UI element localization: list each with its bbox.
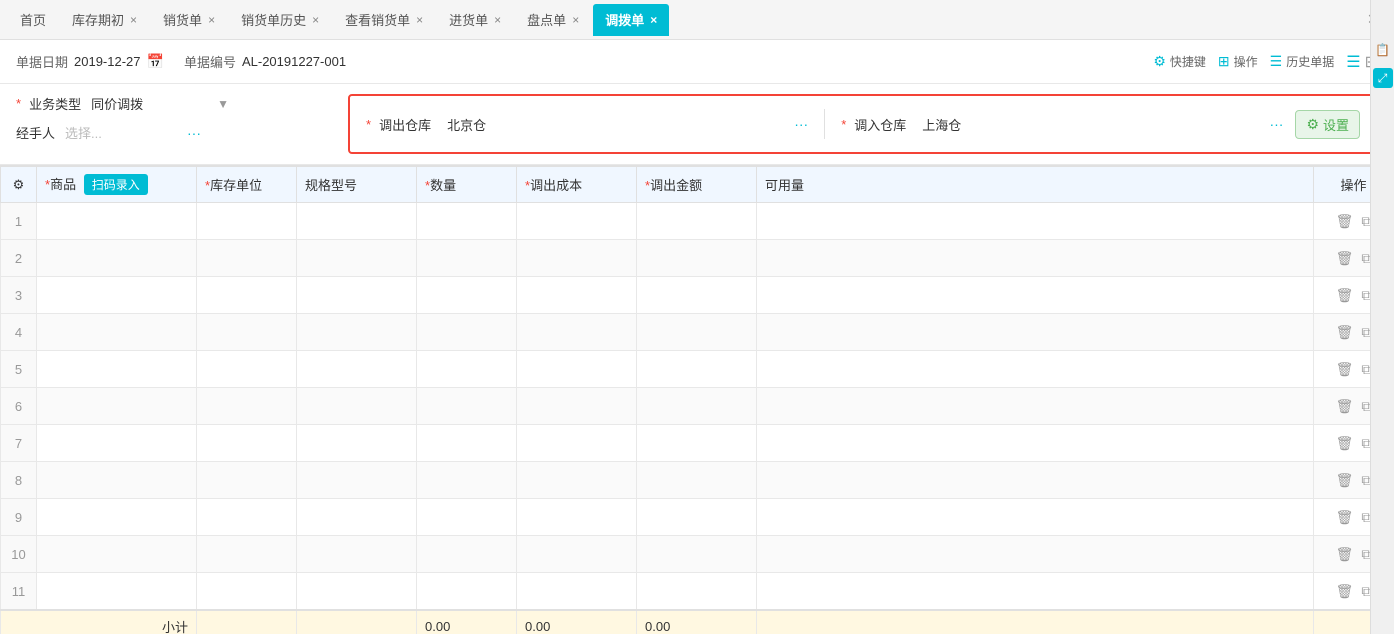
history-button[interactable]: ☰ 历史单据 — [1270, 53, 1335, 70]
handler-row: 经手人 选择... ··· — [16, 123, 336, 142]
close-purchase-order[interactable]: × — [494, 13, 501, 27]
close-inventory-init[interactable]: × — [130, 13, 137, 27]
toolbar: 单据日期 2019-12-27 📅 单据编号 AL-20191227-001 ⚙… — [0, 40, 1394, 84]
tab-purchase-order[interactable]: 进货单 × — [437, 4, 513, 36]
tab-sales-history[interactable]: 销货单历史 × — [229, 4, 331, 36]
settings-button[interactable]: ⚙ 设置 — [1295, 110, 1360, 139]
col-available-header: 可用量 — [757, 167, 1314, 203]
col-product-header: *商品 扫码录入 — [37, 167, 197, 203]
handler-more-button[interactable]: ··· — [187, 125, 201, 141]
delete-icon[interactable]: 🗑 — [1336, 324, 1354, 341]
form-left: * 业务类型 同价调拨 ▼ 经手人 选择... ··· — [16, 94, 336, 142]
out-warehouse-field: * 调出仓库 北京仓 ··· — [366, 115, 808, 134]
table-header-row: ⚙ *商品 扫码录入 *库存单位 规格型号 *数量 — [1, 167, 1394, 203]
close-view-sales[interactable]: × — [416, 13, 423, 27]
order-number-field: 单据编号 AL-20191227-001 — [184, 52, 346, 71]
in-warehouse-more-button[interactable]: ··· — [1269, 116, 1283, 132]
required-marker: * — [16, 96, 21, 111]
tab-inventory-init[interactable]: 库存期初 × — [60, 4, 149, 36]
data-table: ⚙ *商品 扫码录入 *库存单位 规格型号 *数量 — [0, 166, 1394, 634]
toolbar-right: ⚙ 快捷键 ⊞ 操作 ☰ 历史单据 ☰ ⊞ — [1153, 52, 1378, 72]
subtotal-qty: 0.00 — [417, 610, 517, 634]
col-unit-header: *库存单位 — [197, 167, 297, 203]
delete-icon[interactable]: 🗑 — [1336, 546, 1354, 563]
history-icon: ☰ — [1270, 53, 1283, 70]
close-inventory-check[interactable]: × — [572, 13, 579, 27]
sidebar-expand-icon[interactable]: ⤢ — [1373, 68, 1393, 88]
right-sidebar: 📋 ⤢ — [1370, 0, 1394, 634]
scan-button[interactable]: 扫码录入 — [84, 174, 148, 195]
table-row: 11 🗑⧉ — [1, 573, 1394, 611]
subtotal-cost: 0.00 — [517, 610, 637, 634]
delete-icon[interactable]: 🗑 — [1336, 472, 1354, 489]
delete-icon[interactable]: 🗑 — [1336, 361, 1354, 378]
gear-icon: ⚙ — [1306, 116, 1319, 133]
form-area: * 业务类型 同价调拨 ▼ 经手人 选择... ··· * 调出仓库 北京仓 ·… — [0, 84, 1394, 165]
subtotal-amount: 0.00 — [637, 610, 757, 634]
warehouse-section: * 调出仓库 北京仓 ··· * 调入仓库 上海仓 ··· ⚙ 设置 — [348, 94, 1378, 154]
in-warehouse-field: * 调入仓库 上海仓 ··· — [841, 115, 1283, 134]
col-cost-header: *调出成本 — [517, 167, 637, 203]
tab-home[interactable]: 首页 — [8, 4, 58, 36]
out-warehouse-more-button[interactable]: ··· — [794, 116, 808, 132]
shortcuts-icon: ⚙ — [1153, 53, 1166, 70]
business-type-dropdown[interactable]: ▼ — [217, 97, 229, 111]
table-row: 7🗑⧉ — [1, 425, 1394, 462]
delete-icon[interactable]: 🗑 — [1336, 435, 1354, 452]
table-row: 8🗑⧉ — [1, 462, 1394, 499]
tab-view-sales[interactable]: 查看销货单 × — [333, 4, 435, 36]
table-row: 3🗑⧉ — [1, 277, 1394, 314]
table-row: 4🗑⧉ — [1, 314, 1394, 351]
table-row: 1🗑⧉ — [1, 203, 1394, 240]
in-warehouse-required: * — [841, 117, 846, 132]
calendar-icon[interactable]: 📅 — [147, 53, 164, 70]
table-row: 6🗑⧉ — [1, 388, 1394, 425]
close-sales-order[interactable]: × — [208, 13, 215, 27]
table-container: ⚙ *商品 扫码录入 *库存单位 规格型号 *数量 — [0, 165, 1394, 634]
subtotal-row: 小计 0.00 0.00 0.00 — [1, 610, 1394, 634]
delete-icon[interactable]: 🗑 — [1336, 398, 1354, 415]
operations-button[interactable]: ⊞ 操作 — [1218, 53, 1258, 70]
tab-transfer-order[interactable]: 调拨单 × — [593, 4, 669, 36]
col-qty-header: *数量 — [417, 167, 517, 203]
table-row: 10🗑⧉ — [1, 536, 1394, 573]
delete-icon[interactable]: 🗑 — [1336, 213, 1354, 230]
tab-bar: 首页 库存期初 × 销货单 × 销货单历史 × 查看销货单 × 进货单 × 盘点… — [0, 0, 1394, 40]
col-spec-header: 规格型号 — [297, 167, 417, 203]
table-row: 5🗑⧉ — [1, 351, 1394, 388]
shortcuts-button[interactable]: ⚙ 快捷键 — [1153, 53, 1206, 70]
business-type-row: * 业务类型 同价调拨 ▼ — [16, 94, 336, 113]
operations-icon: ⊞ — [1218, 53, 1230, 70]
gear-icon[interactable]: ⚙ — [13, 177, 25, 192]
delete-icon[interactable]: 🗑 — [1336, 509, 1354, 526]
table-row: 2🗑⧉ — [1, 240, 1394, 277]
close-transfer-order[interactable]: × — [650, 13, 657, 27]
close-sales-history[interactable]: × — [312, 13, 319, 27]
delete-icon[interactable]: 🗑 — [1336, 287, 1354, 304]
sidebar-notes-icon[interactable]: 📋 — [1373, 40, 1393, 60]
col-gear-header[interactable]: ⚙ — [1, 167, 37, 203]
date-field: 单据日期 2019-12-27 📅 — [16, 52, 164, 71]
subtotal-label: 小计 — [1, 610, 197, 634]
col-amount-header: *调出金额 — [637, 167, 757, 203]
layout-icon-1[interactable]: ☰ — [1346, 52, 1360, 72]
warehouse-divider — [824, 109, 825, 139]
out-warehouse-required: * — [366, 117, 371, 132]
table-row: 9🗑⧉ — [1, 499, 1394, 536]
table-body: 1🗑⧉ 2🗑⧉ 3🗑⧉ 4🗑⧉ 5🗑⧉ 6🗑⧉ 7🗑⧉ 8🗑⧉ 9🗑⧉ 10🗑⧉… — [1, 203, 1394, 634]
tab-sales-order[interactable]: 销货单 × — [151, 4, 227, 36]
delete-icon[interactable]: 🗑 — [1336, 250, 1354, 267]
delete-icon[interactable]: 🗑 — [1336, 583, 1354, 600]
tab-inventory-check[interactable]: 盘点单 × — [515, 4, 591, 36]
